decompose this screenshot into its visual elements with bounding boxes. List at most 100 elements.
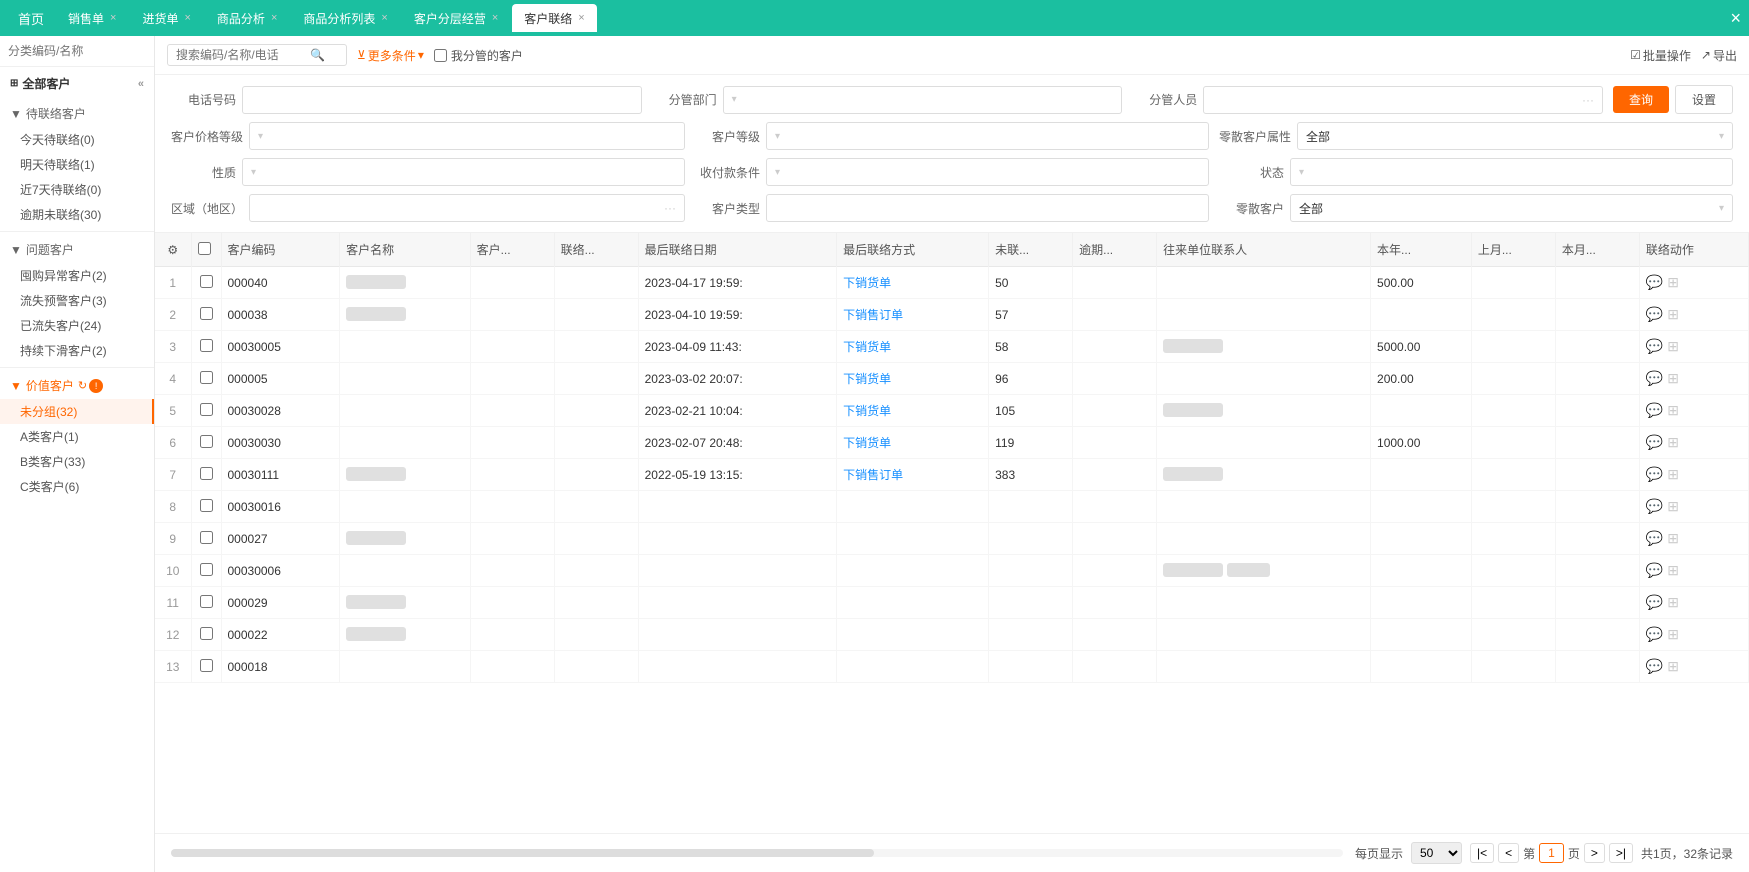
chat-icon[interactable]: 💬 bbox=[1646, 306, 1663, 323]
tab-bar-close[interactable]: × bbox=[1730, 8, 1741, 29]
chat-icon[interactable]: 💬 bbox=[1646, 370, 1663, 387]
filter-customer-type-input[interactable] bbox=[766, 194, 1209, 222]
filter-manager-input[interactable]: ··· bbox=[1203, 86, 1603, 114]
select-all-checkbox[interactable] bbox=[198, 242, 211, 255]
filter-retail-customer-input[interactable]: 全部 ▾ bbox=[1290, 194, 1733, 222]
row-checkbox[interactable] bbox=[200, 595, 213, 608]
tab-customer-contact[interactable]: 客户联络 × bbox=[512, 4, 596, 32]
filter-region-input[interactable]: ··· bbox=[249, 194, 685, 222]
row-checkbox[interactable] bbox=[200, 371, 213, 384]
tab-analysis[interactable]: 商品分析 × bbox=[205, 4, 289, 32]
row-checkbox[interactable] bbox=[200, 275, 213, 288]
chat-icon[interactable]: 💬 bbox=[1646, 466, 1663, 483]
filter-price-level-input[interactable]: ▾ bbox=[249, 122, 685, 150]
grid-action-icon[interactable]: ⊞ bbox=[1667, 530, 1679, 547]
grid-action-icon[interactable]: ⊞ bbox=[1667, 434, 1679, 451]
more-conditions-btn[interactable]: ⊻ 更多条件 ▾ bbox=[357, 47, 424, 64]
tab-sales-close[interactable]: × bbox=[110, 12, 116, 24]
row-checkbox[interactable] bbox=[200, 659, 213, 672]
batch-ops-btn[interactable]: ☑ 批量操作 bbox=[1630, 47, 1691, 64]
sidebar-all-customers[interactable]: ⊞ 全部客户 « bbox=[0, 67, 154, 100]
search-icon[interactable]: 🔍 bbox=[310, 48, 325, 62]
row-checkbox[interactable] bbox=[200, 307, 213, 320]
row-last-method-link[interactable]: 下销货单 bbox=[843, 372, 891, 386]
chat-icon[interactable]: 💬 bbox=[1646, 498, 1663, 515]
row-checkbox[interactable] bbox=[200, 531, 213, 544]
grid-action-icon[interactable]: ⊞ bbox=[1667, 338, 1679, 355]
prev-page-btn[interactable]: < bbox=[1498, 843, 1519, 863]
row-checkbox[interactable] bbox=[200, 435, 213, 448]
grid-action-icon[interactable]: ⊞ bbox=[1667, 402, 1679, 419]
sidebar-search-input[interactable] bbox=[8, 44, 155, 58]
sidebar-item-declining[interactable]: 持续下滑客户(2) bbox=[0, 338, 154, 363]
filter-retail-attr-input[interactable]: 全部 ▾ bbox=[1297, 122, 1733, 150]
sidebar-item-tomorrow[interactable]: 明天待联络(1) bbox=[0, 152, 154, 177]
sidebar-item-class-a[interactable]: A类客户(1) bbox=[0, 424, 154, 449]
filter-phone-input[interactable] bbox=[242, 86, 642, 114]
grid-action-icon[interactable]: ⊞ bbox=[1667, 274, 1679, 291]
chat-icon[interactable]: 💬 bbox=[1646, 562, 1663, 579]
sidebar-group-value[interactable]: ▼ 价值客户 ↻ ! bbox=[0, 372, 154, 399]
export-btn[interactable]: ↗ 导出 bbox=[1701, 47, 1737, 64]
tab-analysis-list[interactable]: 商品分析列表 × bbox=[291, 4, 399, 32]
my-customers-checkbox[interactable]: 我分管的客户 bbox=[434, 47, 523, 64]
tab-analysis-close[interactable]: × bbox=[271, 12, 277, 24]
grid-action-icon[interactable]: ⊞ bbox=[1667, 626, 1679, 643]
row-checkbox[interactable] bbox=[200, 403, 213, 416]
reset-button[interactable]: 设置 bbox=[1675, 85, 1733, 114]
filter-payment-input[interactable]: ▾ bbox=[766, 158, 1209, 186]
sidebar-item-ungrouped[interactable]: 未分组(32) bbox=[0, 399, 154, 424]
row-last-method-link[interactable]: 下销货单 bbox=[843, 404, 891, 418]
tab-purchase-close[interactable]: × bbox=[184, 12, 190, 24]
row-checkbox[interactable] bbox=[200, 499, 213, 512]
row-checkbox[interactable] bbox=[200, 339, 213, 352]
next-page-btn[interactable]: > bbox=[1584, 843, 1605, 863]
chat-icon[interactable]: 💬 bbox=[1646, 402, 1663, 419]
my-customers-check[interactable] bbox=[434, 49, 447, 62]
tab-sales[interactable]: 销售单 × bbox=[56, 4, 128, 32]
search-box[interactable]: 🔍 bbox=[167, 44, 347, 66]
row-checkbox[interactable] bbox=[200, 467, 213, 480]
tab-purchase[interactable]: 进货单 × bbox=[130, 4, 202, 32]
th-settings[interactable]: ⚙ bbox=[155, 233, 191, 267]
sidebar-item-warning[interactable]: 流失预警客户(3) bbox=[0, 288, 154, 313]
grid-action-icon[interactable]: ⊞ bbox=[1667, 466, 1679, 483]
sidebar-item-hoard[interactable]: 囤购异常客户(2) bbox=[0, 263, 154, 288]
filter-status-input[interactable]: ▾ bbox=[1290, 158, 1733, 186]
sidebar-group-waiting[interactable]: ▼ 待联络客户 bbox=[0, 100, 154, 127]
settings-icon[interactable]: ⚙ bbox=[167, 243, 178, 257]
per-page-select[interactable]: 50 100 200 bbox=[1411, 842, 1462, 864]
filter-customer-level-input[interactable]: ▾ bbox=[766, 122, 1209, 150]
tab-analysis-list-close[interactable]: × bbox=[381, 12, 387, 24]
row-checkbox[interactable] bbox=[200, 627, 213, 640]
chat-icon[interactable]: 💬 bbox=[1646, 594, 1663, 611]
grid-action-icon[interactable]: ⊞ bbox=[1667, 498, 1679, 515]
current-page[interactable]: 1 bbox=[1539, 843, 1564, 863]
grid-action-icon[interactable]: ⊞ bbox=[1667, 594, 1679, 611]
sidebar-item-7days[interactable]: 近7天待联络(0) bbox=[0, 177, 154, 202]
sidebar-item-overdue[interactable]: 逾期未联络(30) bbox=[0, 202, 154, 227]
refresh-icon[interactable]: ↻ bbox=[78, 379, 87, 392]
row-last-method-link[interactable]: 下销货单 bbox=[843, 340, 891, 354]
row-last-method-link[interactable]: 下销货单 bbox=[843, 436, 891, 450]
chat-icon[interactable]: 💬 bbox=[1646, 658, 1663, 675]
chat-icon[interactable]: 💬 bbox=[1646, 274, 1663, 291]
row-last-method-link[interactable]: 下销售订单 bbox=[843, 468, 903, 482]
sidebar-item-lost[interactable]: 已流失客户(24) bbox=[0, 313, 154, 338]
first-page-btn[interactable]: |< bbox=[1470, 843, 1494, 863]
chat-icon[interactable]: 💬 bbox=[1646, 530, 1663, 547]
th-checkbox[interactable] bbox=[191, 233, 221, 267]
horizontal-scrollbar[interactable] bbox=[171, 849, 1343, 857]
tab-customer-segment[interactable]: 客户分层经营 × bbox=[402, 4, 510, 32]
chat-icon[interactable]: 💬 bbox=[1646, 626, 1663, 643]
filter-gender-input[interactable]: ▾ bbox=[242, 158, 685, 186]
tab-customer-segment-close[interactable]: × bbox=[492, 12, 498, 24]
search-button[interactable]: 查询 bbox=[1613, 86, 1669, 113]
search-input[interactable] bbox=[176, 48, 306, 62]
grid-action-icon[interactable]: ⊞ bbox=[1667, 562, 1679, 579]
grid-action-icon[interactable]: ⊞ bbox=[1667, 370, 1679, 387]
grid-action-icon[interactable]: ⊞ bbox=[1667, 658, 1679, 675]
chat-icon[interactable]: 💬 bbox=[1646, 434, 1663, 451]
row-checkbox[interactable] bbox=[200, 563, 213, 576]
row-last-method-link[interactable]: 下销货单 bbox=[843, 276, 891, 290]
